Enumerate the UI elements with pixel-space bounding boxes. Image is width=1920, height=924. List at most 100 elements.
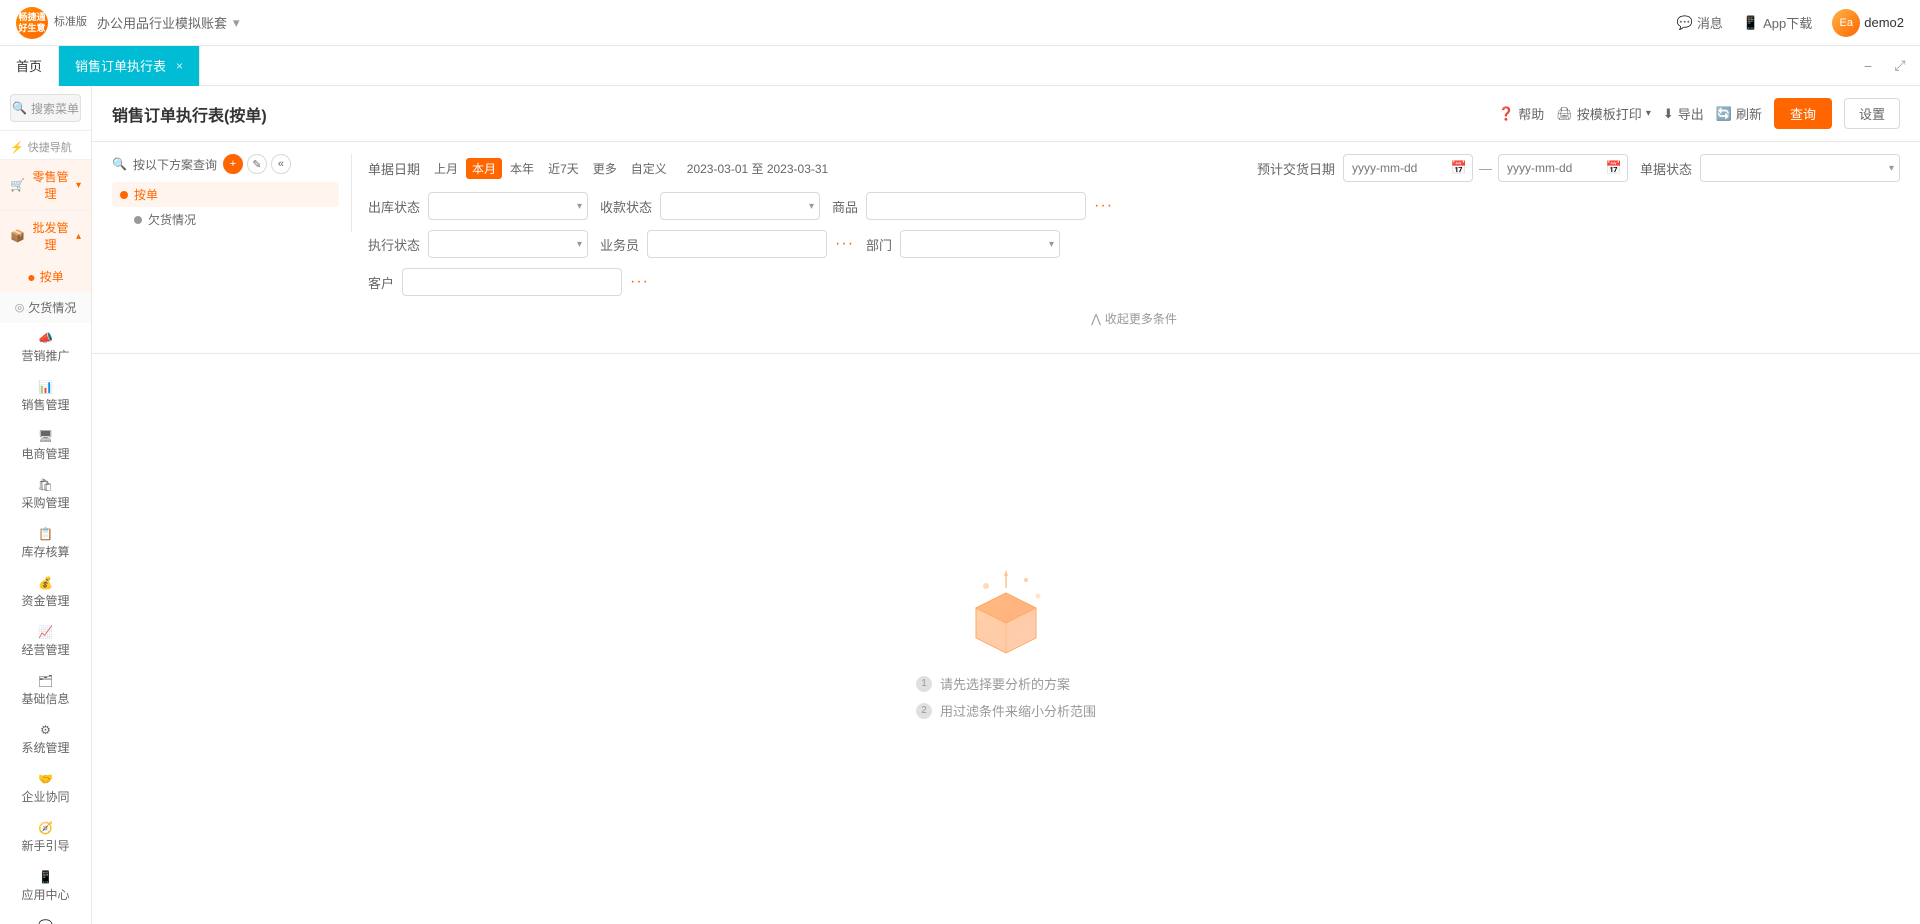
add-scheme-btn[interactable]: + — [223, 154, 243, 174]
finance-icon: 💰 — [38, 576, 53, 590]
scheme-item-orders[interactable]: 按单 — [112, 182, 339, 207]
export-btn[interactable]: ⬇ 导出 — [1663, 104, 1704, 123]
filter-row-1: 单据日期 上月 本月 本年 近7天 更多 自定义 2023-03-01 至 20… — [368, 154, 1900, 182]
payment-status-label: 收款状态 — [600, 197, 652, 216]
goods-input[interactable] — [866, 192, 1086, 220]
doc-status-select[interactable] — [1700, 154, 1900, 182]
tab-bar: 首页 销售订单执行表 × − ⤢ — [0, 46, 1920, 86]
salesperson-field: 业务员 ··· — [600, 230, 854, 258]
date-tab-custom[interactable]: 自定义 — [625, 158, 673, 179]
customer-more-icon[interactable]: ··· — [630, 273, 649, 291]
empty-tip-2: 2 用过滤条件来缩小分析范围 — [916, 701, 1096, 720]
sidebar-item-orders[interactable]: ● 按单 — [0, 261, 91, 292]
help-icon: ❓ — [1498, 106, 1514, 122]
sidebar-group-retail: 🛒 零售管理 ▾ — [0, 159, 91, 210]
sidebar-search-btn[interactable]: 🔍 搜索菜单 — [10, 94, 81, 122]
page-actions: ❓ 帮助 🖨 按模板打印 ▾ ⬇ 导出 🔄 刷新 查询 设置 — [1498, 98, 1900, 129]
goods-more-icon[interactable]: ··· — [1094, 197, 1113, 215]
empty-icon — [956, 558, 1056, 658]
tab-bar-actions: − ⤢ — [1856, 54, 1920, 78]
payment-status-select[interactable] — [660, 192, 820, 220]
message-btn[interactable]: 💬 消息 — [1677, 13, 1723, 32]
sidebar-item-sales[interactable]: 📊 销售管理 — [0, 372, 91, 421]
help-btn[interactable]: ❓ 帮助 — [1498, 104, 1544, 123]
department-select[interactable] — [900, 230, 1060, 258]
app-download-btn[interactable]: 📱 App下载 — [1743, 13, 1812, 32]
date-tab-7days[interactable]: 近7天 — [542, 158, 585, 179]
filter-top-row: 🔍 按以下方案查询 + ✎ « 按单 欠货情况 — [112, 154, 1900, 331]
template-print-btn[interactable]: 🖨 按模板打印 ▾ — [1556, 104, 1651, 123]
user-menu[interactable]: Ea demo2 — [1832, 9, 1904, 37]
scheme-actions: + ✎ « — [223, 154, 291, 174]
date-tab-more[interactable]: 更多 — [587, 158, 623, 179]
edit-scheme-btn[interactable]: ✎ — [247, 154, 267, 174]
salesperson-more-icon[interactable]: ··· — [835, 235, 854, 253]
filter-scheme-header: 🔍 按以下方案查询 + ✎ « — [112, 154, 339, 174]
scheme-dot-gray — [134, 216, 142, 224]
tab-home[interactable]: 首页 — [0, 46, 59, 86]
sidebar-item-system[interactable]: ⚙ 系统管理 — [0, 715, 91, 764]
salesperson-input[interactable] — [647, 230, 827, 258]
date-tab-last-month[interactable]: 上月 — [428, 158, 464, 179]
date-range-display: 2023-03-01 至 2023-03-31 — [687, 160, 828, 177]
collab-icon: 🤝 — [38, 772, 53, 786]
date-end-input[interactable] — [1498, 154, 1628, 182]
filter-scheme-area: 🔍 按以下方案查询 + ✎ « 按单 欠货情况 — [112, 154, 352, 232]
settings-btn[interactable]: 设置 — [1844, 98, 1900, 129]
execution-status-select[interactable] — [428, 230, 588, 258]
customer-input[interactable] — [402, 268, 622, 296]
breadcrumb-chevron[interactable]: ▾ — [233, 15, 240, 31]
header-right: 💬 消息 📱 App下载 Ea demo2 — [1677, 9, 1904, 37]
delivery-status-select[interactable] — [428, 192, 588, 220]
sidebar-item-collab[interactable]: 🤝 企业协同 — [0, 764, 91, 813]
date-tab-this-month[interactable]: 本月 — [466, 158, 502, 179]
scheme-item-shortage[interactable]: 欠货情况 — [112, 207, 339, 232]
date-field: 单据日期 上月 本月 本年 近7天 更多 自定义 2023-03-01 至 20… — [368, 158, 828, 179]
sidebar-item-guide[interactable]: 🧭 新手引导 — [0, 813, 91, 862]
collapse-scheme-btn[interactable]: « — [271, 154, 291, 174]
filter-row-2: 出库状态 ▾ 收款状态 — [368, 192, 1900, 220]
execution-status-wrapper: ▾ — [428, 230, 588, 258]
collapse-row: ⋀ 收起更多条件 — [368, 306, 1900, 331]
sidebar-item-inventory[interactable]: 📋 库存核算 — [0, 519, 91, 568]
top-header: 畅捷通好生意 标准版 办公用品行业模拟账套 ▾ 💬 消息 📱 App下载 Ea … — [0, 0, 1920, 46]
refresh-btn[interactable]: 🔄 刷新 — [1716, 104, 1762, 123]
sidebar-item-shortage[interactable]: ◎ 欠货情况 — [0, 292, 91, 323]
tab-close-icon[interactable]: × — [176, 59, 183, 73]
date-tab-this-year[interactable]: 本年 — [504, 158, 540, 179]
customer-label: 客户 — [368, 273, 394, 292]
collapse-btn[interactable]: ⋀ 收起更多条件 — [368, 306, 1900, 331]
query-btn[interactable]: 查询 — [1774, 98, 1832, 129]
delivery-status-field: 出库状态 ▾ — [368, 192, 588, 220]
wechat-icon: 💬 — [38, 919, 53, 924]
sidebar-item-basic-info[interactable]: 🗂 基础信息 — [0, 666, 91, 715]
tab-minimize-btn[interactable]: − — [1856, 54, 1880, 78]
sidebar-item-ecommerce[interactable]: 🖥 电商管理 — [0, 421, 91, 470]
scheme-header-icon: 🔍 — [112, 157, 127, 171]
quick-nav-label: ⚡ 快捷导航 — [0, 131, 91, 159]
sidebar-item-marketing[interactable]: 📣 营销推广 — [0, 323, 91, 372]
breadcrumb: 办公用品行业模拟账套 ▾ — [97, 13, 240, 32]
sidebar-item-wechat[interactable]: 💬 企业微信 — [0, 911, 91, 924]
date-start-input[interactable] — [1343, 154, 1473, 182]
delivery-status-label: 出库状态 — [368, 197, 420, 216]
sidebar-item-purchase[interactable]: 🛍 采购管理 — [0, 470, 91, 519]
empty-text: 1 请先选择要分析的方案 2 用过滤条件来缩小分析范围 — [916, 674, 1096, 720]
chevron-up-icon: ▴ — [76, 231, 81, 242]
sidebar-item-retail[interactable]: 🛒 零售管理 ▾ — [0, 160, 91, 210]
collapse-chevron-icon: ⋀ — [1091, 312, 1101, 326]
tab-expand-btn[interactable]: ⤢ — [1888, 54, 1912, 78]
department-wrapper: ▾ — [900, 230, 1060, 258]
sidebar-group-wholesale: 📦 批发管理 ▴ ● 按单 ◎ 欠货情况 — [0, 210, 91, 323]
sidebar-item-apps[interactable]: 📱 应用中心 — [0, 862, 91, 911]
page-title: 销售订单执行表(按单) — [112, 102, 267, 126]
sidebar-item-wholesale[interactable]: 📦 批发管理 ▴ — [0, 211, 91, 261]
date-separator: — — [1479, 161, 1492, 176]
management-icon: 📈 — [38, 625, 53, 639]
sidebar-item-finance[interactable]: 💰 资金管理 — [0, 568, 91, 617]
sidebar-item-management[interactable]: 📈 经营管理 — [0, 617, 91, 666]
print-icon: 🖨 — [1556, 106, 1573, 122]
expected-delivery-label: 预计交货日期 — [1257, 159, 1335, 178]
tab-active[interactable]: 销售订单执行表 × — [59, 46, 200, 86]
chevron-down-icon: ▾ — [76, 180, 81, 191]
